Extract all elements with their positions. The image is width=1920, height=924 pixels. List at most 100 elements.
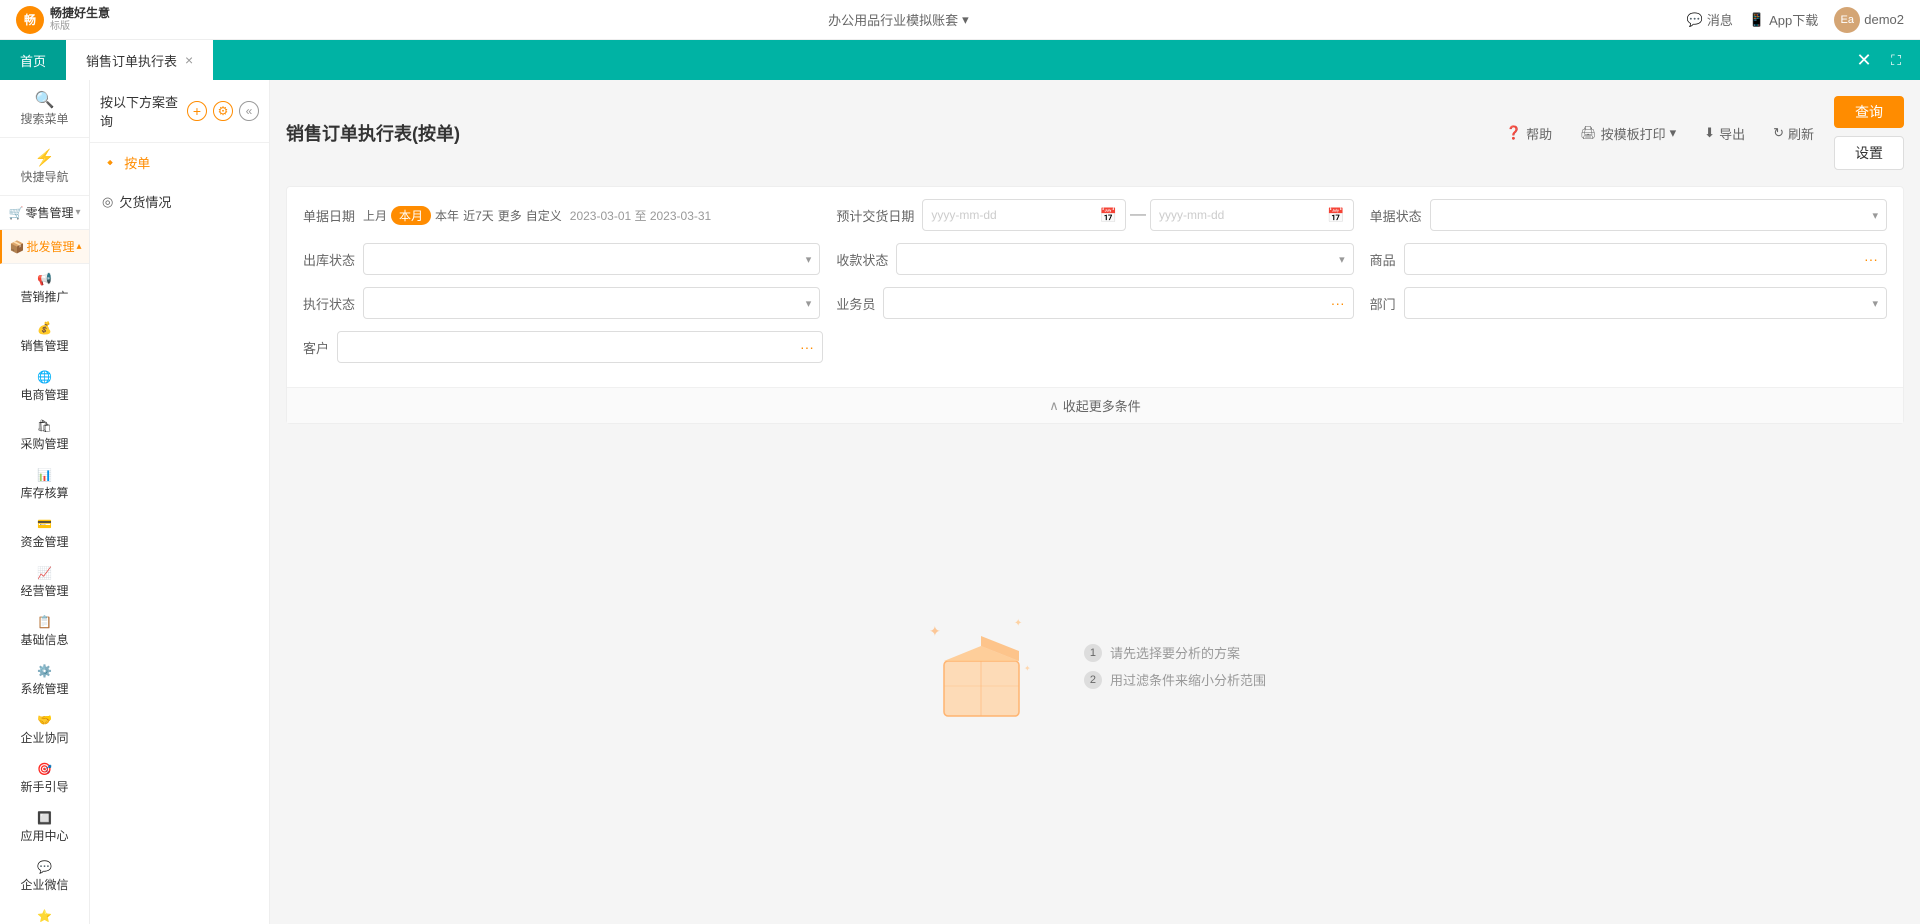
app-download-btn[interactable]: 📱 App下载 [1749, 10, 1818, 29]
help-icon: ❓ [1506, 125, 1522, 141]
delivery-select[interactable]: ▾ [363, 243, 820, 275]
filter-row-1: 单据日期 上月 本月 本年 近7天 更多 自定义 2023-03-01 至 20… [303, 199, 1887, 231]
customer-field[interactable]: ··· [337, 331, 823, 363]
messages-btn[interactable]: 💬 消息 [1687, 10, 1733, 29]
left-panel-header: 按以下方案查询 + ⚙ « [90, 80, 269, 143]
close-tab-icon[interactable]: × [185, 52, 193, 68]
settings-scheme-btn[interactable]: ⚙ [213, 101, 233, 121]
expected-date-start[interactable]: yyyy-mm-dd 📅 [922, 199, 1126, 231]
sidebar-group-retail[interactable]: 🛒 零售管理 ▾ [0, 196, 89, 230]
sidebar-item-inventory[interactable]: 📊 库存核算 [0, 460, 89, 509]
collapse-bar[interactable]: ∧ 收起更多条件 [287, 387, 1903, 423]
sidebar-item-wechat[interactable]: 💬 企业微信 [0, 852, 89, 901]
active-tab[interactable]: 销售订单执行表 × [66, 40, 213, 80]
sidebar-item-label-ecommerce: 电商管理 [20, 386, 68, 403]
add-scheme-btn[interactable]: + [187, 101, 207, 121]
svg-text:✦: ✦ [1014, 618, 1022, 629]
delivery-label: 出库状态 [303, 250, 355, 269]
help-btn[interactable]: ❓ 帮助 [1498, 120, 1560, 147]
date-tab-more[interactable]: 更多 [498, 207, 522, 224]
sidebar-item-label-wechat: 企业微信 [20, 876, 68, 893]
expected-date-end[interactable]: yyyy-mm-dd 📅 [1150, 199, 1354, 231]
sidebar-item-appcenter[interactable]: 🔲 应用中心 [0, 803, 89, 852]
top-menu-arrow: ▾ [962, 12, 969, 28]
query-btn[interactable]: 查询 [1834, 96, 1904, 128]
messages-label: 消息 [1707, 10, 1733, 29]
right-content: 按以下方案查询 + ⚙ « 🔸 按单 ◎ 欠货情况 销售订单执行表(按单) [90, 80, 1920, 924]
purchase-icon: 🛍 [37, 419, 52, 433]
close-window-btn[interactable]: ✕ [1852, 48, 1876, 72]
delivery-group: 出库状态 ▾ [303, 243, 820, 275]
sidebar-item-label-marketing: 营销推广 [20, 288, 68, 305]
maximize-btn[interactable]: ⛶ [1884, 48, 1908, 72]
guide-icon: 🎯 [37, 762, 52, 776]
left-panel-item-arrears[interactable]: ◎ 欠货情况 [90, 182, 269, 221]
order-icon: 🔸 [102, 155, 118, 171]
sidebar-item-label-purchase: 采购管理 [20, 435, 68, 452]
sidebar-item-finance[interactable]: 💳 资金管理 [0, 509, 89, 558]
date-filter-group: 单据日期 上月 本月 本年 近7天 更多 自定义 2023-03-01 至 20… [303, 206, 820, 225]
execution-label: 执行状态 [303, 294, 355, 313]
sidebar-item-purchase[interactable]: 🛍 采购管理 [0, 411, 89, 460]
sidebar-item-operations[interactable]: 📈 经营管理 [0, 558, 89, 607]
wechat-icon: 💬 [37, 860, 52, 874]
sidebar-item-enterprise[interactable]: 🤝 企业协同 [0, 705, 89, 754]
status-select[interactable]: ▾ [1430, 199, 1887, 231]
settings-btn[interactable]: 设置 [1834, 136, 1904, 170]
filter-section: 单据日期 上月 本月 本年 近7天 更多 自定义 2023-03-01 至 20… [286, 186, 1904, 424]
message-icon: 💬 [1687, 12, 1703, 28]
sidebar-item-sales[interactable]: 💰 销售管理 [0, 313, 89, 362]
logo-text: 畅捷好生意 标版 [50, 6, 110, 32]
sidebar-item-icon-wholesale: 📦 [10, 240, 25, 254]
svg-text:✦: ✦ [929, 623, 941, 639]
date-tab-this-year[interactable]: 本年 [435, 207, 459, 224]
action-btns: 查询 设置 [1834, 96, 1904, 170]
goods-label: 商品 [1370, 250, 1396, 269]
sidebar-item-member[interactable]: ⭐ 畅会员 [0, 901, 89, 924]
left-panel-item-label-arrears: 欠货情况 [119, 192, 171, 211]
sidebar-group-wholesale[interactable]: 📦 批发管理 ▴ [0, 230, 89, 264]
basic-icon: 📋 [37, 615, 52, 629]
date-tab-this-month[interactable]: 本月 [391, 206, 431, 225]
page-title: 销售订单执行表(按单) [286, 120, 460, 146]
date-tab-7days[interactable]: 近7天 [463, 207, 494, 224]
empty-step-1: 1 请先选择要分析的方案 [1084, 643, 1266, 662]
user-area[interactable]: Ea demo2 [1834, 7, 1904, 33]
sidebar-item-label-system: 系统管理 [20, 680, 68, 697]
status-group: 单据状态 ▾ [1370, 199, 1887, 231]
sidebar-item-marketing[interactable]: 📢 营销推广 [0, 264, 89, 313]
sidebar-search[interactable]: 🔍 搜索菜单 [0, 80, 89, 138]
sidebar-item-ecommerce[interactable]: 🌐 电商管理 [0, 362, 89, 411]
avatar: Ea [1834, 7, 1860, 33]
refresh-btn[interactable]: ↻ 刷新 [1765, 120, 1822, 147]
sidebar-item-system[interactable]: ⚙️ 系统管理 [0, 656, 89, 705]
calendar-icon-start: 📅 [1100, 207, 1117, 224]
sidebar-item-guide[interactable]: 🎯 新手引导 [0, 754, 89, 803]
left-panel-item-order[interactable]: 🔸 按单 [90, 143, 269, 182]
salesperson-field[interactable]: ··· [883, 287, 1353, 319]
export-btn[interactable]: ⬇ 导出 [1696, 120, 1753, 147]
home-tab[interactable]: 首页 [0, 40, 66, 80]
date-tab-last-month[interactable]: 上月 [363, 207, 387, 224]
page-content: 销售订单执行表(按单) ❓ 帮助 🖨 按模板打印 ▾ ⬇ 导出 [270, 80, 1920, 924]
filter-inner: 单据日期 上月 本月 本年 近7天 更多 自定义 2023-03-01 至 20… [287, 187, 1903, 387]
empty-step2-text: 用过滤条件来缩小分析范围 [1110, 670, 1266, 689]
execution-select[interactable]: ▾ [363, 287, 820, 319]
sidebar-nav[interactable]: ⚡ 快捷导航 [0, 138, 89, 196]
salesperson-group: 业务员 ··· [836, 287, 1353, 319]
goods-field[interactable]: ··· [1404, 243, 1887, 275]
department-select[interactable]: ▾ [1404, 287, 1887, 319]
marketing-icon: 📢 [37, 272, 52, 286]
payment-select[interactable]: ▾ [896, 243, 1353, 275]
sidebar-item-basic[interactable]: 📋 基础信息 [0, 607, 89, 656]
date-tab-custom[interactable]: 自定义 [526, 207, 562, 224]
top-menu[interactable]: 办公用品行业模拟账套 ▾ [828, 10, 969, 29]
filter-row-3: 执行状态 ▾ 业务员 ··· [303, 287, 1887, 319]
expected-date-group: 预计交货日期 yyyy-mm-dd 📅 — yyyy-mm-dd 📅 [836, 199, 1353, 231]
salesperson-label: 业务员 [836, 294, 875, 313]
print-btn[interactable]: 🖨 按模板打印 ▾ [1572, 120, 1684, 147]
date-range-display: 2023-03-01 至 2023-03-31 [570, 207, 711, 224]
collapse-panel-btn[interactable]: « [239, 101, 259, 121]
sidebar-item-icon-retail: 🛒 [9, 206, 24, 220]
print-arrow: ▾ [1670, 125, 1677, 141]
